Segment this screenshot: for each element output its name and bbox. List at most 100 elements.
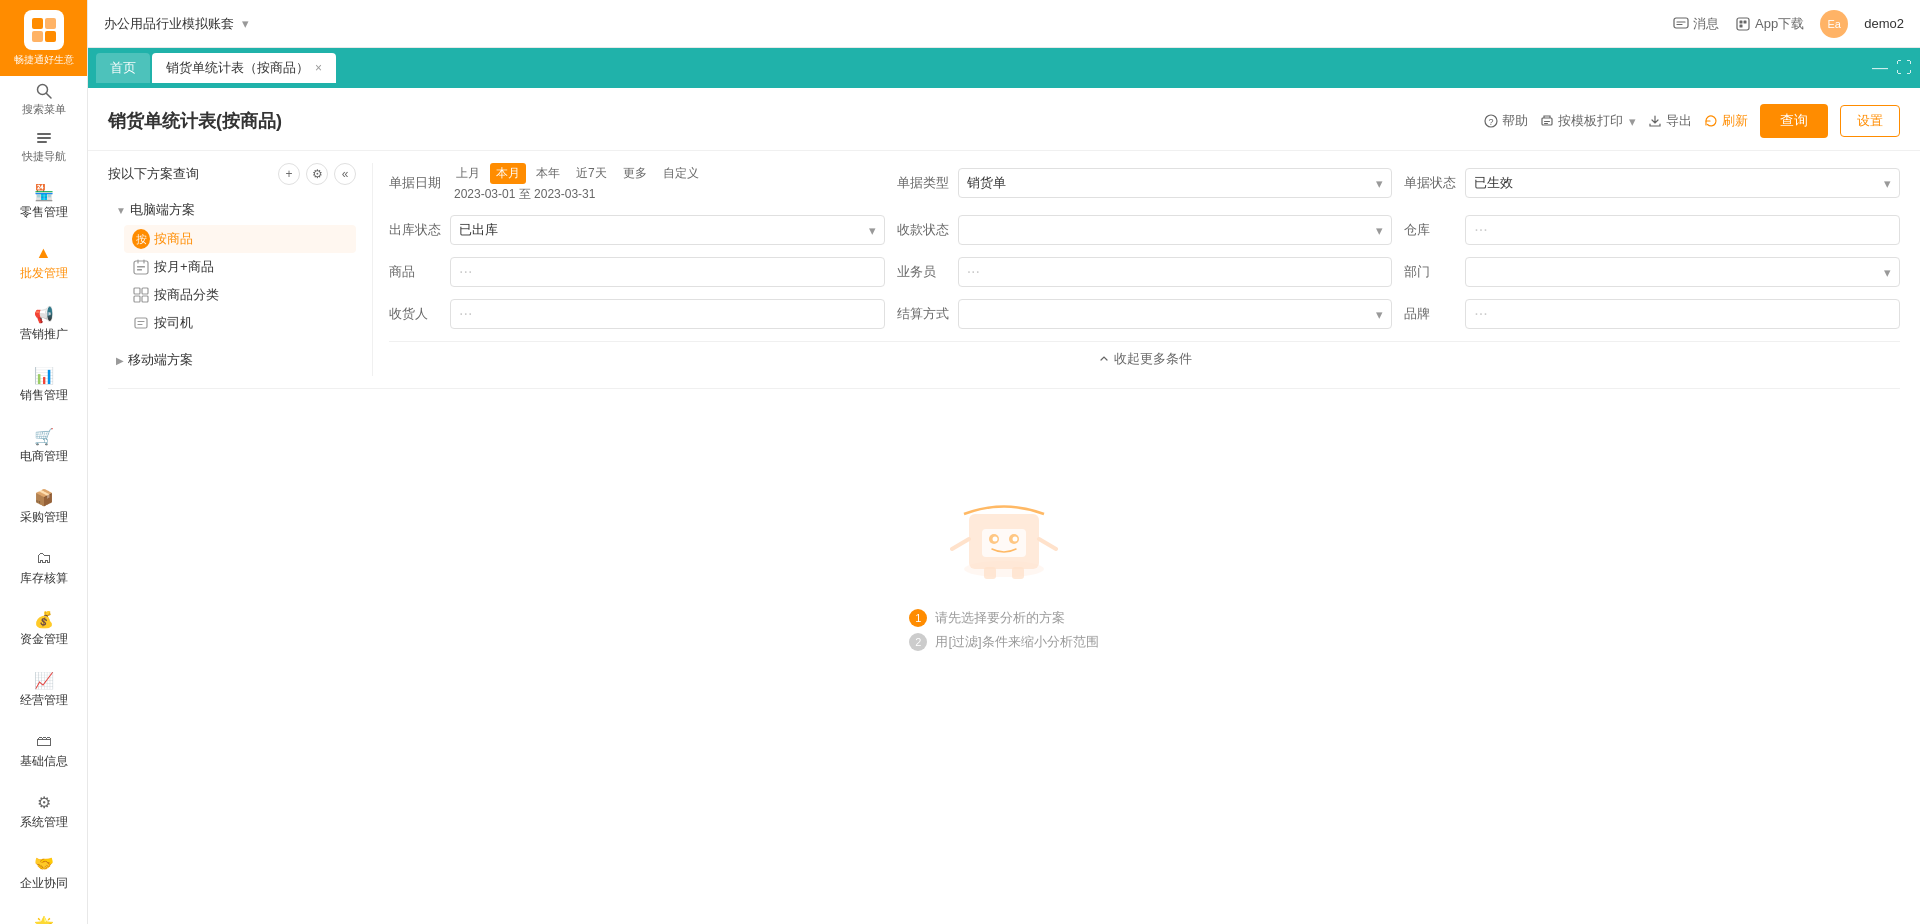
app-download-label: App下载 [1755, 15, 1804, 33]
brand-input[interactable]: ··· [1465, 299, 1900, 329]
sidebar-item-system[interactable]: ⚙ 系统管理 [4, 782, 83, 841]
sidebar-item-retail[interactable]: 🏪 零售管理 [4, 172, 83, 231]
tree-desktop-group[interactable]: ▼ 电脑端方案 [108, 195, 356, 225]
template-print-btn[interactable]: 按模板打印 ▾ [1540, 112, 1636, 130]
quick-nav-item[interactable]: 快捷导航 [0, 123, 87, 170]
marketing-label: 营销推广 [20, 326, 68, 343]
warehouse-label: 仓库 [1404, 221, 1459, 239]
tab-minimize-btn[interactable]: — [1872, 59, 1888, 77]
export-btn[interactable]: 导出 [1648, 112, 1692, 130]
settings-scheme-btn[interactable]: ⚙ [306, 163, 328, 185]
retail-label: 零售管理 [20, 204, 68, 221]
doc-status-label: 单据状态 [1404, 174, 1459, 192]
product-input[interactable]: ··· [450, 257, 885, 287]
tab-maximize-btn[interactable]: ⛶ [1896, 59, 1912, 77]
app-download-btn[interactable]: App下载 [1735, 15, 1804, 33]
sidebar: 畅捷通好生意 搜索菜单 快捷导航 🏪 零售管理 ▲ 批发管理 📢 营销推广 [0, 0, 88, 924]
settlement-input[interactable]: ▾ [958, 299, 1393, 329]
doc-type-input[interactable]: 销货单 ▾ [958, 168, 1393, 198]
sidebar-item-inventory[interactable]: 🗂 库存核算 [4, 538, 83, 597]
operations-icon: 📈 [34, 670, 54, 690]
svg-rect-6 [37, 133, 51, 135]
refresh-icon [1704, 114, 1718, 128]
export-icon [1648, 114, 1662, 128]
sidebar-item-operations[interactable]: 📈 经营管理 [4, 660, 83, 719]
warehouse-input[interactable]: ··· [1465, 215, 1900, 245]
receiver-input[interactable]: ··· [450, 299, 885, 329]
inventory-label: 库存核算 [20, 570, 68, 587]
refresh-label: 刷新 [1722, 112, 1748, 130]
help-btn[interactable]: ? 帮助 [1484, 112, 1528, 130]
quicknav-icon [35, 129, 53, 147]
industry-dropdown[interactable]: ▾ [242, 16, 249, 31]
user-name: demo2 [1864, 16, 1904, 31]
collapse-panel-btn[interactable]: « [334, 163, 356, 185]
date-tab-7days[interactable]: 近7天 [570, 163, 613, 184]
empty-illustration [944, 469, 1064, 589]
date-tab-last-month[interactable]: 上月 [450, 163, 486, 184]
tree-item-by-month-product[interactable]: 按月+商品 [124, 253, 356, 281]
avatar-initials: Ea [1828, 18, 1841, 30]
tab-home[interactable]: 首页 [96, 53, 150, 83]
tree-item-by-scanner[interactable]: 按司机 [124, 309, 356, 337]
avatar[interactable]: Ea [1820, 10, 1848, 38]
query-btn[interactable]: 查询 [1760, 104, 1828, 138]
date-tab-this-month[interactable]: 本月 [490, 163, 526, 184]
template-print-arrow[interactable]: ▾ [1629, 114, 1636, 129]
tab-close-btn[interactable]: × [315, 61, 322, 75]
app-logo[interactable]: 畅捷通好生意 [0, 0, 87, 76]
sidebar-item-enterprise[interactable]: 🤝 企业协同 [4, 843, 83, 902]
sidebar-item-marketing[interactable]: 📢 营销推广 [4, 294, 83, 353]
tree-mobile-group[interactable]: ▶ 移动端方案 [108, 345, 356, 375]
doc-status-input[interactable]: 已生效 ▾ [1465, 168, 1900, 198]
empty-state: 1 请先选择要分析的方案 2 用[过滤]条件来缩小分析范围 [88, 389, 1920, 731]
doc-type-arrow: ▾ [1376, 176, 1383, 191]
warehouse-dots: ··· [1474, 221, 1487, 239]
svg-point-32 [993, 537, 998, 542]
date-tab-this-year[interactable]: 本年 [530, 163, 566, 184]
date-tab-more[interactable]: 更多 [617, 163, 653, 184]
stock-status-input[interactable]: 已出库 ▾ [450, 215, 885, 245]
department-input[interactable]: ▾ [1465, 257, 1900, 287]
message-btn[interactable]: 消息 [1673, 15, 1719, 33]
sidebar-item-base[interactable]: 🗃 基础信息 [4, 721, 83, 780]
payment-status-input[interactable]: ▾ [958, 215, 1393, 245]
by-scanner-icon [132, 314, 150, 332]
tip-text-1: 请先选择要分析的方案 [935, 609, 1065, 627]
settlement-arrow: ▾ [1376, 307, 1383, 322]
sidebar-item-wholesale[interactable]: ▲ 批发管理 [4, 233, 83, 292]
search-menu-item[interactable]: 搜索菜单 [0, 76, 87, 123]
sidebar-item-sales[interactable]: 📊 销售管理 [4, 355, 83, 414]
operations-label: 经营管理 [20, 692, 68, 709]
payment-status-field: 收款状态 ▾ [897, 215, 1393, 245]
receiver-dots: ··· [459, 305, 472, 323]
industry-title: 办公用品行业模拟账套 [104, 15, 234, 33]
page-actions: ? 帮助 按模板打印 ▾ [1484, 104, 1900, 138]
retail-icon: 🏪 [34, 182, 54, 202]
salesperson-label: 业务员 [897, 263, 952, 281]
svg-rect-35 [1012, 567, 1024, 579]
sidebar-item-finance[interactable]: 💰 资金管理 [4, 599, 83, 658]
tree-expand-icon: ▼ [116, 205, 126, 216]
settings-btn[interactable]: 设置 [1840, 105, 1900, 137]
finance-icon: 💰 [34, 609, 54, 629]
system-label: 系统管理 [20, 814, 68, 831]
date-tab-custom[interactable]: 自定义 [657, 163, 705, 184]
sidebar-item-guide[interactable]: 🌟 新手引导 [4, 904, 83, 924]
filter-row-4: 收货人 ··· 结算方式 ▾ 品牌 [389, 299, 1900, 329]
collapse-btn[interactable]: 收起更多条件 [1098, 350, 1192, 368]
tree-item-by-product[interactable]: 按 按商品 [124, 225, 356, 253]
tab-active[interactable]: 销货单统计表（按商品） × [152, 53, 336, 83]
sidebar-item-ecommerce[interactable]: 🛒 电商管理 [4, 416, 83, 475]
refresh-btn[interactable]: 刷新 [1704, 112, 1748, 130]
add-scheme-btn[interactable]: + [278, 163, 300, 185]
payment-status-arrow: ▾ [1376, 223, 1383, 238]
sidebar-item-purchase[interactable]: 📦 采购管理 [4, 477, 83, 536]
brand-field: 品牌 ··· [1404, 299, 1900, 329]
product-label: 商品 [389, 263, 444, 281]
filter-row-3: 商品 ··· 业务员 ··· 部门 [389, 257, 1900, 287]
salesperson-input[interactable]: ··· [958, 257, 1393, 287]
date-field: 单据日期 上月 本月 本年 近7天 更多 自定义 2023-03-01 至 20… [389, 163, 885, 203]
svg-rect-34 [984, 567, 996, 579]
tree-item-by-category[interactable]: 按商品分类 [124, 281, 356, 309]
